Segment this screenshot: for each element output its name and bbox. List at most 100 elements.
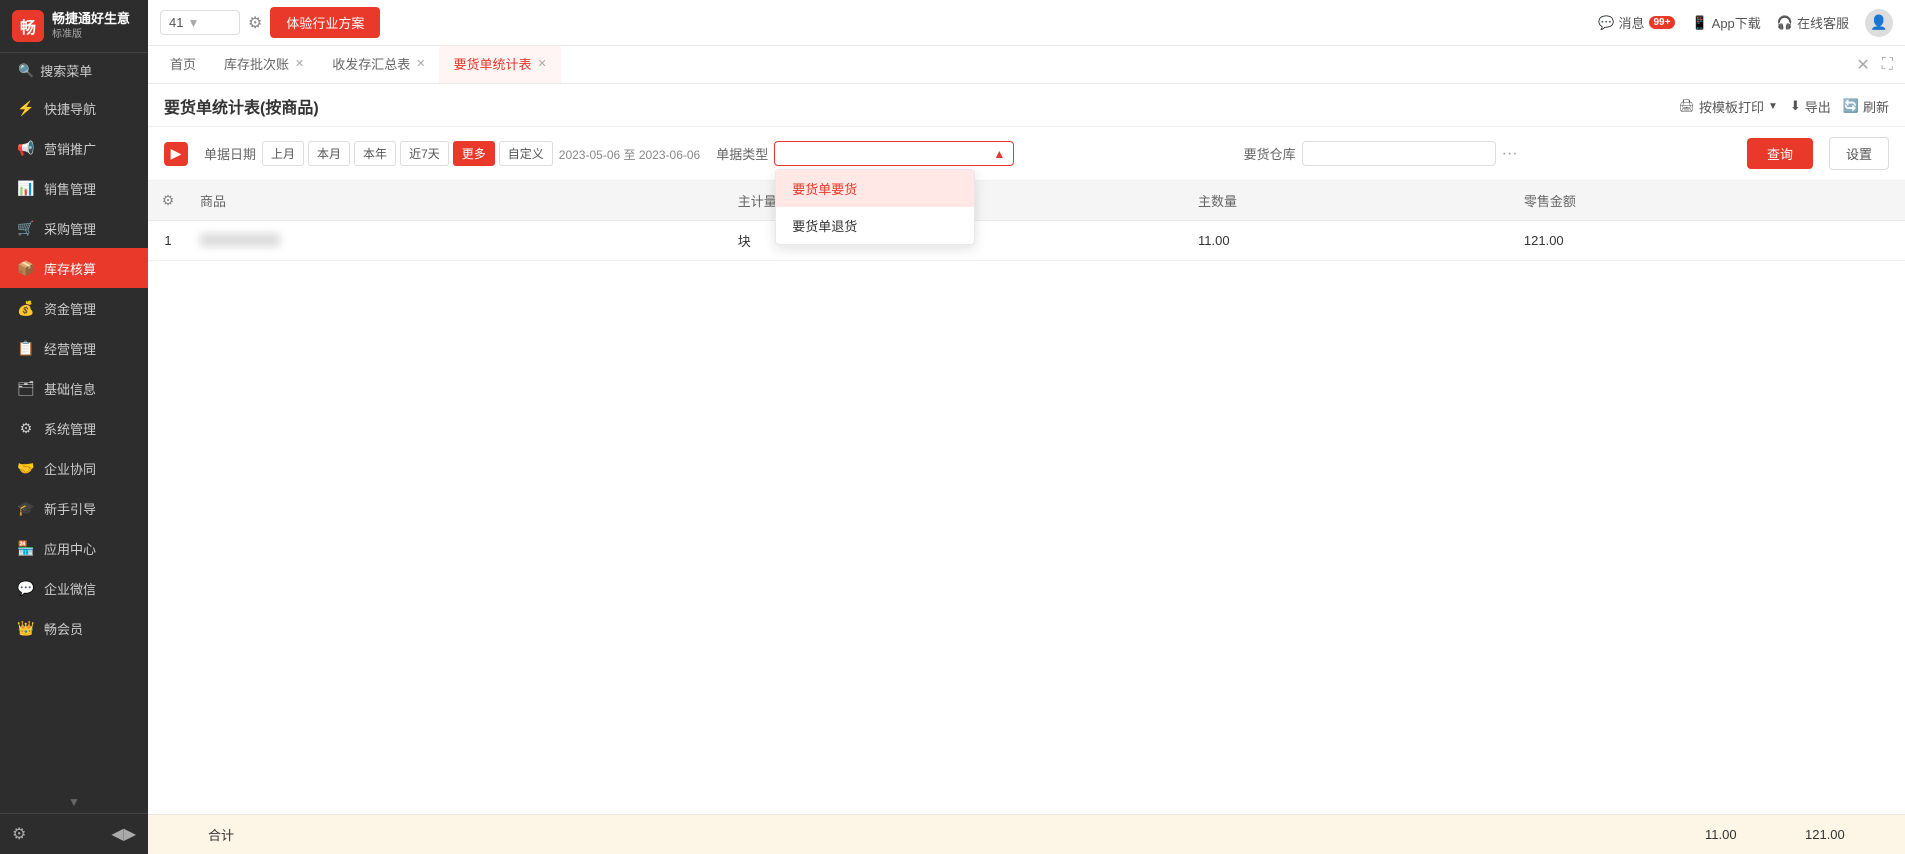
vip-icon: 👑 — [16, 618, 36, 638]
dropdown-item-order[interactable]: 要货单要货 — [776, 170, 974, 207]
export-icon: ⬇ — [1790, 98, 1801, 114]
tabs-bar: 首页 库存批次账 ✕ 收发存汇总表 ✕ 要货单统计表 ✕ ✕ ⛶ — [148, 46, 1905, 84]
refresh-btn[interactable]: 🔄 刷新 — [1843, 97, 1889, 116]
export-btn[interactable]: ⬇ 导出 — [1790, 97, 1831, 116]
settings-button[interactable]: ⚙ — [12, 824, 26, 844]
inventory-icon: 📦 — [16, 258, 36, 278]
sidebar-item-enterprise[interactable]: 🤝 企业协同 — [0, 448, 148, 488]
type-label: 单据类型 — [716, 144, 768, 163]
filter-type-group: 单据类型 ▲ 要货单要货 要货单退货 — [716, 141, 1014, 166]
tab-close-inventory-batch[interactable]: ✕ — [295, 57, 304, 70]
content-area: 要货单统计表(按商品) 🖨 按模板打印 ▼ ⬇ 导出 🔄 刷新 — [148, 84, 1905, 854]
col-header-amount: 零售金额 — [1512, 181, 1905, 221]
sidebar-item-wx-work[interactable]: 💬 企业微信 — [0, 568, 148, 608]
sidebar-item-basic[interactable]: 🗂 基础信息 — [0, 368, 148, 408]
enterprise-icon: 🤝 — [16, 458, 36, 478]
sidebar-item-finance[interactable]: 💰 资金管理 — [0, 288, 148, 328]
date-btn-7days[interactable]: 近7天 — [400, 141, 449, 166]
page-header: 要货单统计表(按商品) 🖨 按模板打印 ▼ ⬇ 导出 🔄 刷新 — [148, 84, 1905, 127]
sidebar-search[interactable]: 🔍 搜索菜单 — [0, 53, 148, 88]
tab-close-recv-summary[interactable]: ✕ — [416, 57, 425, 70]
finance-icon: 💰 — [16, 298, 36, 318]
warehouse-input[interactable] — [1302, 141, 1496, 166]
sidebar-item-system[interactable]: ⚙ 系统管理 — [0, 408, 148, 448]
online-service-btn[interactable]: 🎧 在线客服 — [1777, 13, 1849, 32]
tab-close-order-stat[interactable]: ✕ — [538, 57, 547, 70]
filter-expand-btn[interactable]: ▶ — [164, 142, 188, 166]
footer-qty: 11.00 — [1693, 827, 1793, 842]
tenant-selector[interactable]: 41 ▼ — [160, 10, 240, 35]
sidebar-nav: ⚡ 快捷导航 📢 营销推广 📊 销售管理 🛒 采购管理 📦 库存核算 💰 资金管… — [0, 88, 148, 791]
date-btn-custom[interactable]: 自定义 — [499, 141, 553, 166]
data-table: ⚙ 商品 主计量单位 主数量 零售金额 1 — [148, 181, 1905, 261]
logo-text: 畅捷通好生意 标准版 — [52, 11, 130, 41]
page-title: 要货单统计表(按商品) — [164, 94, 319, 118]
operation-icon: 📋 — [16, 338, 36, 358]
system-icon: ⚙ — [16, 418, 36, 438]
sales-icon: 📊 — [16, 178, 36, 198]
date-btn-more[interactable]: 更多 — [453, 141, 495, 166]
print-icon: 🖨 — [1678, 98, 1695, 114]
sidebar-item-purchase[interactable]: 🛒 采购管理 — [0, 208, 148, 248]
filter-warehouse-group: 要货仓库 ··· — [1244, 141, 1518, 166]
warehouse-more-icon[interactable]: ··· — [1502, 145, 1518, 163]
type-dropdown: 要货单要货 要货单退货 — [775, 169, 975, 245]
print-btn[interactable]: 🖨 按模板打印 ▼ — [1678, 97, 1777, 116]
tab-order-stat[interactable]: 要货单统计表 ✕ — [439, 46, 560, 83]
marketing-icon: 📢 — [16, 138, 36, 158]
settings-button-filter[interactable]: 设置 — [1829, 137, 1889, 170]
app-center-icon: 🏪 — [16, 538, 36, 558]
user-icon: 👤 — [1870, 14, 1887, 31]
row-product — [188, 221, 726, 261]
page-panel: 要货单统计表(按商品) 🖨 按模板打印 ▼ ⬇ 导出 🔄 刷新 — [148, 84, 1905, 854]
date-btn-this-year[interactable]: 本年 — [354, 141, 396, 166]
topbar-gear-icon[interactable]: ⚙ — [248, 13, 262, 33]
date-btn-prev-month[interactable]: 上月 — [262, 141, 304, 166]
basic-icon: 🗂 — [16, 378, 36, 398]
sidebar-item-quick-nav[interactable]: ⚡ 快捷导航 — [0, 88, 148, 128]
col-header-qty: 主数量 — [1186, 181, 1512, 221]
footer-amount: 121.00 — [1793, 827, 1893, 842]
topbar-right: 💬 消息 99+ 📱 App下载 🎧 在线客服 👤 — [1598, 9, 1893, 37]
table-wrap: ⚙ 商品 主计量单位 主数量 零售金额 1 — [148, 181, 1905, 814]
sidebar-footer: ⚙ ◀▶ — [0, 813, 148, 854]
row-qty: 11.00 — [1186, 221, 1512, 261]
sidebar-scroll-down[interactable]: ▼ — [0, 791, 148, 813]
sidebar-item-marketing[interactable]: 📢 营销推广 — [0, 128, 148, 168]
footer-total-label: 合计 — [200, 825, 400, 844]
sidebar-item-sales[interactable]: 📊 销售管理 — [0, 168, 148, 208]
message-btn[interactable]: 💬 消息 99+ — [1598, 13, 1675, 32]
table-row: 1 块 11.00 121.00 — [148, 221, 1905, 261]
app-download-btn[interactable]: 📱 App下载 — [1691, 13, 1760, 32]
query-button[interactable]: 查询 — [1747, 138, 1813, 169]
sidebar-item-app-center[interactable]: 🏪 应用中心 — [0, 528, 148, 568]
mobile-icon: 📱 — [1691, 15, 1707, 31]
dropdown-item-return[interactable]: 要货单退货 — [776, 207, 974, 244]
quick-nav-icon: ⚡ — [16, 98, 36, 118]
column-settings-icon[interactable]: ⚙ — [162, 192, 175, 208]
col-header-product: 商品 — [188, 181, 726, 221]
warehouse-label: 要货仓库 — [1244, 144, 1296, 163]
logo-icon: 畅 — [12, 10, 44, 42]
row-no: 1 — [148, 221, 188, 261]
sidebar-item-operation[interactable]: 📋 经营管理 — [0, 328, 148, 368]
avatar[interactable]: 👤 — [1865, 9, 1893, 37]
sidebar-item-guide[interactable]: 🎓 新手引导 — [0, 488, 148, 528]
date-btn-this-month[interactable]: 本月 — [308, 141, 350, 166]
tabs-close-all[interactable]: ✕ — [1848, 55, 1877, 75]
type-select[interactable]: ▲ 要货单要货 要货单退货 — [774, 141, 1014, 166]
collapse-button[interactable]: ◀▶ — [111, 824, 136, 844]
sidebar-item-vip[interactable]: 👑 畅会员 — [0, 608, 148, 648]
date-range-display: 2023-05-06 至 2023-06-06 — [559, 146, 700, 163]
tabs-expand-icon[interactable]: ⛶ — [1878, 56, 1897, 74]
filter-date-group: 单据日期 上月 本月 本年 近7天 更多 自定义 2023-05-06 至 20… — [204, 141, 700, 166]
date-label: 单据日期 — [204, 144, 256, 163]
main-area: 41 ▼ ⚙ 体验行业方案 💬 消息 99+ 📱 App下载 🎧 在线客服 👤 — [148, 0, 1905, 854]
sidebar: 畅 畅捷通好生意 标准版 🔍 搜索菜单 ⚡ 快捷导航 📢 营销推广 📊 销售管理… — [0, 0, 148, 854]
topbar-left: 41 ▼ ⚙ 体验行业方案 — [160, 7, 380, 38]
sidebar-item-inventory[interactable]: 📦 库存核算 — [0, 248, 148, 288]
tab-inventory-batch[interactable]: 库存批次账 ✕ — [210, 46, 318, 83]
tab-recv-summary[interactable]: 收发存汇总表 ✕ — [318, 46, 439, 83]
industry-btn[interactable]: 体验行业方案 — [270, 7, 380, 38]
tab-home[interactable]: 首页 — [156, 46, 210, 83]
